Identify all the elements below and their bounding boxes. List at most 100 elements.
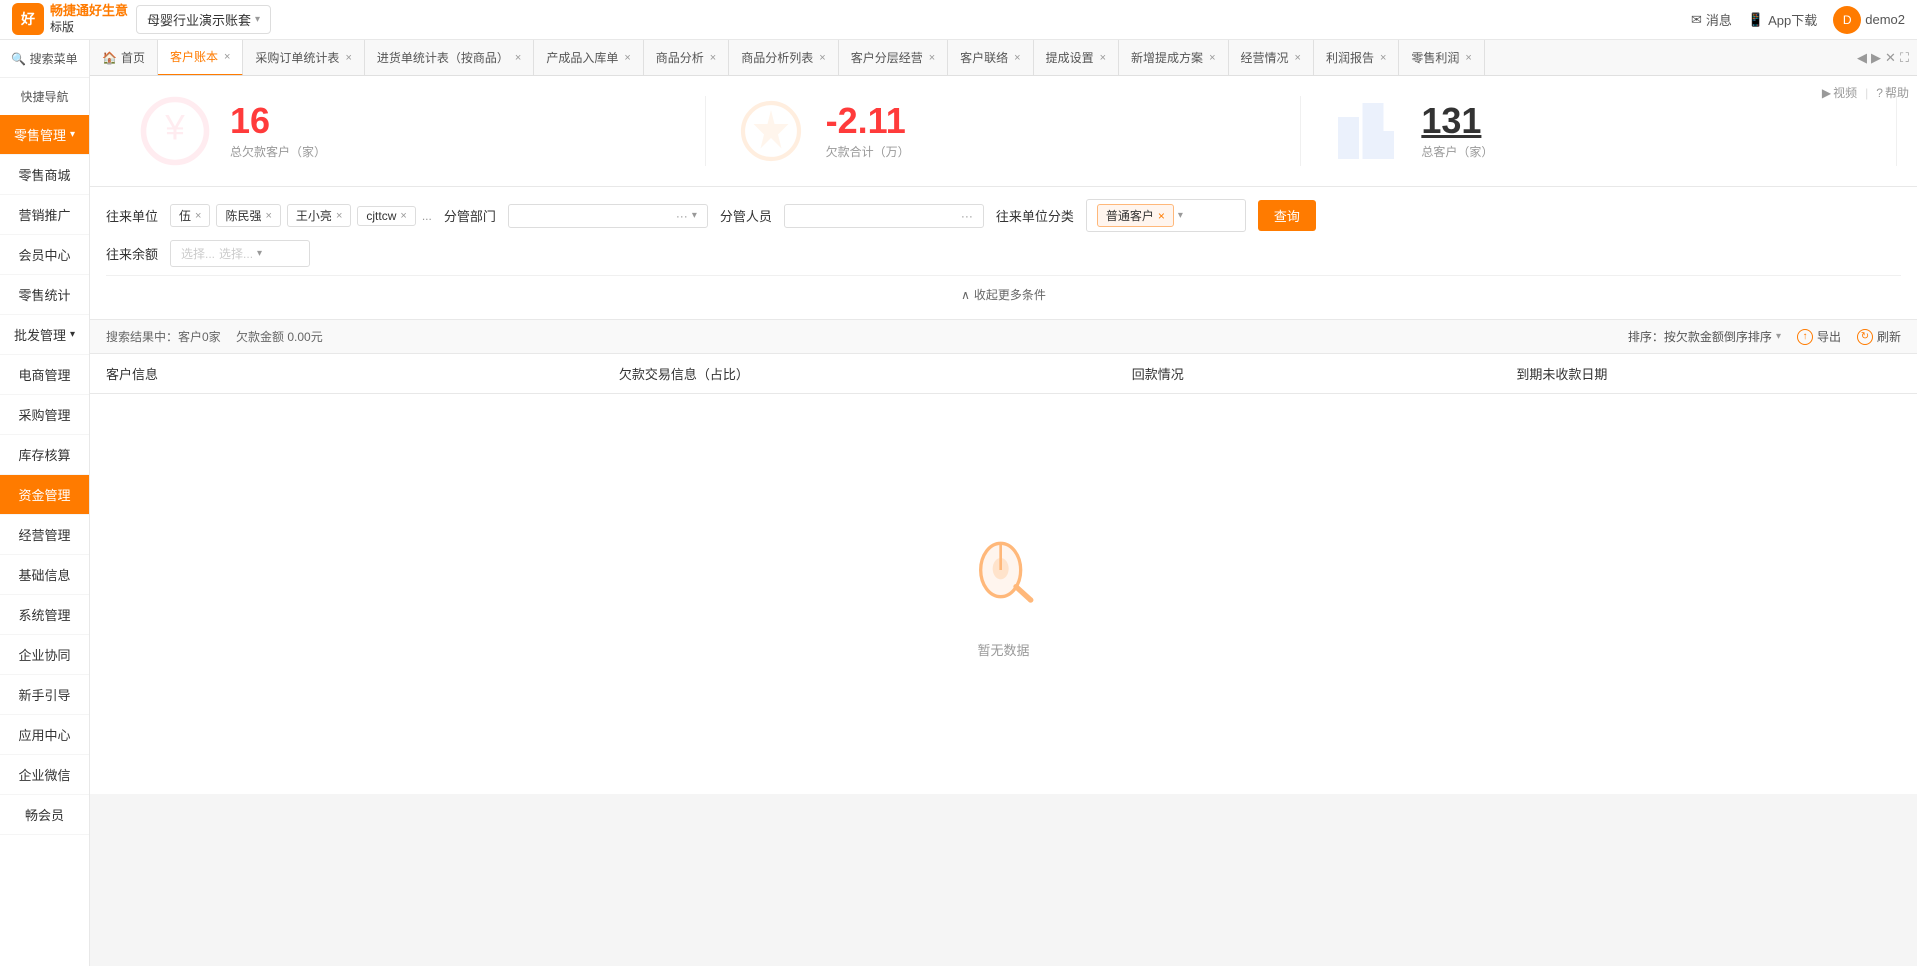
tab-close-all[interactable]: ✕: [1885, 50, 1896, 66]
person-label: 分管人员: [720, 206, 772, 225]
sidebar-item-marketing[interactable]: 营销推广: [0, 195, 89, 235]
tab-customer-tier[interactable]: 客户分层经营 ×: [839, 40, 948, 76]
message-btn[interactable]: ✉ 消息: [1691, 10, 1732, 29]
sidebar-item-new-guide[interactable]: 新手引导: [0, 675, 89, 715]
app-download-btn[interactable]: 📱 App下载: [1748, 10, 1817, 29]
close-icon[interactable]: ×: [929, 52, 935, 64]
tab-product-analysis[interactable]: 商品分析 ×: [644, 40, 729, 76]
category-select[interactable]: 普通客户 × ▾: [1086, 199, 1246, 232]
sidebar-item-inventory[interactable]: 库存核算: [0, 435, 89, 475]
remove-tag-1[interactable]: ×: [265, 210, 271, 222]
close-icon[interactable]: ×: [224, 51, 230, 63]
refresh-btn[interactable]: ↻ 刷新: [1857, 328, 1901, 345]
close-icon[interactable]: ×: [1014, 52, 1020, 64]
unit-label: 往来单位: [106, 206, 158, 225]
store-selector[interactable]: 母婴行业演示账套 ▾: [136, 5, 271, 34]
tab-fullscreen[interactable]: ⛶: [1900, 50, 1909, 66]
remove-tag-3[interactable]: ×: [400, 210, 406, 222]
sidebar-item-ops-mgmt[interactable]: 经营管理: [0, 515, 89, 555]
dept-select[interactable]: ··· ▾: [508, 204, 708, 228]
person-select[interactable]: ···: [784, 204, 984, 228]
export-btn[interactable]: ↑ 导出: [1797, 328, 1841, 345]
top-bar: 好 畅捷通好生意 标版 母婴行业演示账套 ▾ ✉ 消息 📱 App下载 D de…: [0, 0, 1917, 40]
sort-select[interactable]: 排序：按欠款金额倒序排序 ▾: [1628, 328, 1781, 345]
search-result-text: 搜索结果中：客户0家 欠款金额 0.00元: [106, 328, 323, 345]
query-button[interactable]: 查询: [1258, 200, 1316, 231]
more-tags-btn[interactable]: ...: [422, 209, 432, 223]
sidebar-item-wholesale-mgmt[interactable]: 批发管理 ▾: [0, 315, 89, 355]
close-icon[interactable]: ×: [1209, 52, 1215, 64]
user-area[interactable]: D demo2: [1833, 6, 1905, 34]
tab-product-analysis-list[interactable]: 商品分析列表 ×: [729, 40, 838, 76]
sidebar-item-enterprise-coop[interactable]: 企业协同: [0, 635, 89, 675]
sidebar-item-sys-mgmt[interactable]: 系统管理: [0, 595, 89, 635]
close-icon[interactable]: ×: [710, 52, 716, 64]
help-btn[interactable]: ? 帮助: [1876, 84, 1909, 101]
tab-customer-capital[interactable]: 客户账本 ×: [158, 40, 243, 76]
collapse-row: ∧ 收起更多条件: [106, 275, 1901, 307]
tab-production-inbound[interactable]: 产成品入库单 ×: [534, 40, 643, 76]
svg-text:¥: ¥: [164, 108, 185, 147]
filter-row-1: 往来单位 伍 × 陈民强 × 王小亮 ×: [106, 199, 1901, 232]
sidebar-item-vip-member[interactable]: 畅会员: [0, 795, 89, 835]
remain-label: 往来余额: [106, 244, 158, 263]
sidebar-item-capital-mgmt[interactable]: 资金管理: [0, 475, 89, 515]
close-icon[interactable]: ×: [1380, 52, 1386, 64]
close-icon[interactable]: ×: [624, 52, 630, 64]
tab-purchase-order-stats[interactable]: 采购订单统计表 ×: [243, 40, 364, 76]
remain-select[interactable]: 选择... 选择... ▾: [170, 240, 310, 267]
filter-area: 往来单位 伍 × 陈民强 × 王小亮 ×: [90, 187, 1917, 320]
tab-bar: 🏠 首页 客户账本 × 采购订单统计表 × 进货单统计表（按商品） × 产成品入…: [90, 40, 1917, 76]
empty-state: 暂无数据: [964, 470, 1044, 719]
col-payment: 回款情况: [1132, 364, 1517, 383]
close-icon[interactable]: ×: [345, 52, 351, 64]
tab-raise-settings[interactable]: 提成设置 ×: [1034, 40, 1119, 76]
tab-home[interactable]: 🏠 首页: [90, 40, 158, 76]
tab-inventory-stats[interactable]: 进货单统计表（按商品） ×: [365, 40, 534, 76]
close-icon[interactable]: ×: [819, 52, 825, 64]
col-debit-info: 欠款交易信息（占比）: [619, 364, 1132, 383]
remove-tag-2[interactable]: ×: [336, 210, 342, 222]
unit-tag-1: 陈民强 ×: [216, 204, 280, 227]
close-icon[interactable]: ×: [1295, 52, 1301, 64]
close-icon[interactable]: ×: [515, 52, 521, 64]
sidebar-item-ecommerce[interactable]: 电商管理: [0, 355, 89, 395]
sidebar-item-zero-retail-mall[interactable]: 零售商城: [0, 155, 89, 195]
tab-customer-connect[interactable]: 客户联络 ×: [948, 40, 1033, 76]
close-icon[interactable]: ×: [1465, 52, 1471, 64]
export-icon: ↑: [1797, 329, 1813, 345]
sidebar-search[interactable]: 🔍 搜索菜单: [0, 40, 89, 78]
sidebar-item-zero-retail-mgmt[interactable]: 零售管理 ▾: [0, 115, 89, 155]
stat-number-3: 131: [1421, 103, 1493, 139]
tab-scroll-left[interactable]: ◀: [1857, 50, 1867, 66]
collapse-btn[interactable]: ∧ 收起更多条件: [951, 282, 1056, 307]
chevron-down-icon: ▾: [692, 210, 697, 221]
sidebar-quick-nav[interactable]: 快捷导航: [0, 78, 89, 115]
tab-ops-situation[interactable]: 经营情况 ×: [1229, 40, 1314, 76]
sidebar-item-member-center[interactable]: 会员中心: [0, 235, 89, 275]
avatar: D: [1833, 6, 1861, 34]
chevron-down-icon: ▾: [1178, 210, 1183, 221]
sidebar-item-basic-info[interactable]: 基础信息: [0, 555, 89, 595]
stat-label-1: 总欠款客户（家）: [230, 143, 326, 160]
sidebar-item-purchase-mgmt[interactable]: 采购管理: [0, 395, 89, 435]
tab-new-raise-plan[interactable]: 新增提成方案 ×: [1119, 40, 1228, 76]
message-icon: ✉: [1691, 12, 1702, 28]
tab-retail-profit[interactable]: 零售利润 ×: [1399, 40, 1484, 76]
remove-category-chip[interactable]: ×: [1158, 209, 1165, 223]
sidebar-item-retail-stats[interactable]: 零售统计: [0, 275, 89, 315]
tab-scroll-right[interactable]: ▶: [1871, 50, 1881, 66]
video-btn[interactable]: ▶ 视频: [1822, 84, 1857, 101]
stat-icon-2: [736, 96, 806, 166]
sidebar-item-app-center[interactable]: 应用中心: [0, 715, 89, 755]
sidebar-item-enterprise-wechat[interactable]: 企业微信: [0, 755, 89, 795]
empty-icon: [964, 530, 1044, 624]
search-result-right: 排序：按欠款金额倒序排序 ▾ ↑ 导出 ↻ 刷新: [1628, 328, 1901, 345]
chevron-down-icon: ▾: [70, 329, 75, 340]
unit-tag-3: cjttcw ×: [357, 206, 415, 226]
stat-card-2: -2.11 欠款合计（万）: [706, 96, 1302, 166]
close-icon[interactable]: ×: [1100, 52, 1106, 64]
remove-tag-0[interactable]: ×: [195, 210, 201, 222]
content-area: 🏠 首页 客户账本 × 采购订单统计表 × 进货单统计表（按商品） × 产成品入…: [90, 40, 1917, 966]
tab-profit-report[interactable]: 利润报告 ×: [1314, 40, 1399, 76]
